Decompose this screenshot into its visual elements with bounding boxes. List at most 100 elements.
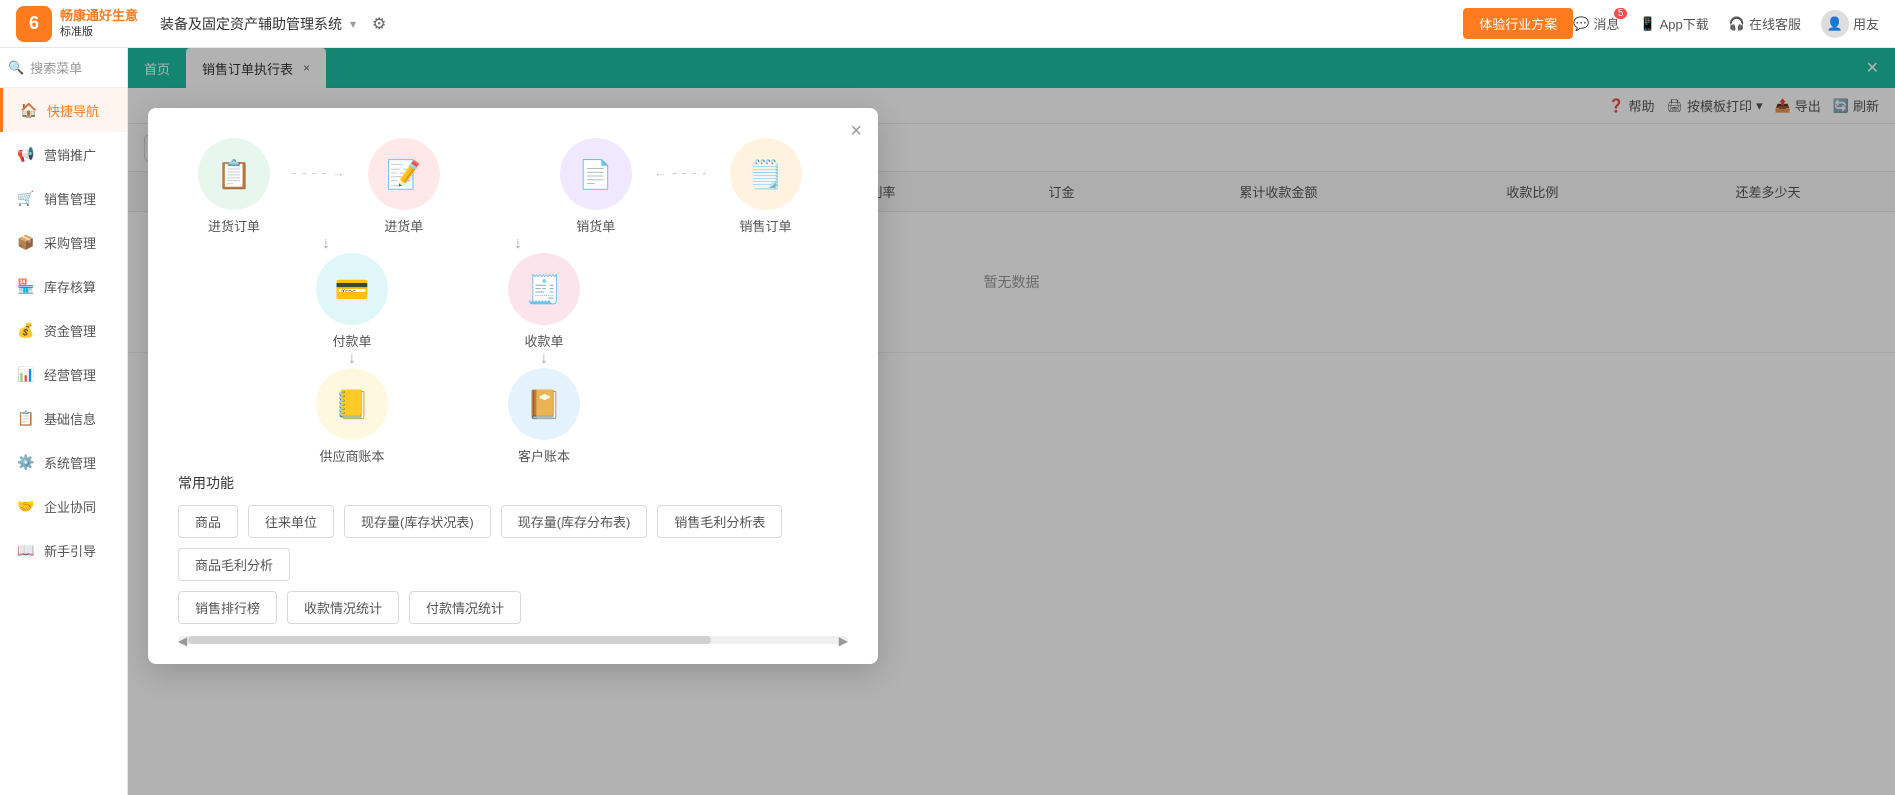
supplier-ledger-icon: 📒 bbox=[316, 368, 388, 440]
func-btn-product-profit[interactable]: 商品毛利分析 bbox=[178, 548, 290, 581]
brand-sub: 标准版 bbox=[60, 25, 138, 39]
customer-ledger-icon: 📔 bbox=[508, 368, 580, 440]
flow-node-payment-bill[interactable]: 💳 付款单 bbox=[316, 253, 388, 350]
sales-order-label: 销售订单 bbox=[740, 216, 792, 235]
sidebar-item-finance[interactable]: 💰 资金管理 bbox=[0, 308, 127, 352]
popup-scrollbar[interactable]: ◀ ▶ bbox=[178, 636, 848, 644]
top-bar: 6 畅康通好生意 标准版 装备及固定资产辅助管理系统 ▾ ⚙ 体验行业方案 💬 … bbox=[0, 0, 1895, 48]
sidebar-item-sales[interactable]: 🛒 销售管理 bbox=[0, 176, 127, 220]
receipt-bill-icon: 🧾 bbox=[508, 253, 580, 325]
sidebar-item-purchase[interactable]: 📦 采购管理 bbox=[0, 220, 127, 264]
sidebar-label-sales: 销售管理 bbox=[44, 189, 96, 208]
func-btn-sales-rank[interactable]: 销售排行榜 bbox=[178, 591, 277, 624]
operation-icon: 📊 bbox=[16, 364, 36, 384]
collab-icon: 🤝 bbox=[16, 496, 36, 516]
sidebar-label-purchase: 采购管理 bbox=[44, 233, 96, 252]
logo-text: 畅康通好生意 标准版 bbox=[60, 8, 138, 39]
purchase-order-icon: 📋 bbox=[198, 138, 270, 210]
app-download-btn[interactable]: 📱 App下载 bbox=[1639, 14, 1708, 33]
sidebar-label-newbie: 新手引导 bbox=[44, 541, 96, 560]
sidebar: 🔍 搜索菜单 🏠 快捷导航 📢 营销推广 🛒 销售管理 📦 采购管理 bbox=[0, 48, 128, 795]
logo-icon: 6 bbox=[16, 6, 52, 42]
sales-bill-label: 销货单 bbox=[576, 216, 615, 235]
search-icon: 🔍 bbox=[8, 60, 24, 76]
purchase-bill-label: 进货单 bbox=[384, 216, 423, 235]
message-btn[interactable]: 💬 消息 5 bbox=[1573, 14, 1619, 33]
user-menu-btn[interactable]: 👤 用友 bbox=[1821, 10, 1879, 38]
popup-overlay[interactable]: × 📋 进货订单 - - - - → bbox=[128, 48, 1895, 795]
func-btn-sales-profit[interactable]: 销售毛利分析表 bbox=[657, 505, 782, 538]
inventory-icon: 🏪 bbox=[16, 276, 36, 296]
flow-node-sales-order[interactable]: 🗒️ 销售订单 bbox=[730, 138, 802, 235]
service-icon: 🎧 bbox=[1729, 16, 1745, 32]
popup-close-icon[interactable]: × bbox=[850, 120, 862, 143]
scroll-thumb[interactable] bbox=[188, 636, 711, 644]
sidebar-label-operation: 经营管理 bbox=[44, 365, 96, 384]
sidebar-label-finance: 资金管理 bbox=[44, 321, 96, 340]
receipt-bill-label: 收款单 bbox=[524, 331, 563, 350]
func-btn-stock-dist[interactable]: 现存量(库存分布表) bbox=[501, 505, 648, 538]
sales-icon: 🛒 bbox=[16, 188, 36, 208]
message-icon: 💬 bbox=[1573, 16, 1589, 32]
sidebar-label-inventory: 库存核算 bbox=[44, 277, 96, 296]
purchase-order-label: 进货订单 bbox=[208, 216, 260, 235]
flow-node-customer-ledger[interactable]: 📔 客户账本 bbox=[508, 368, 580, 465]
supplier-ledger-label: 供应商账本 bbox=[319, 446, 384, 465]
func-btn-receipt-stats[interactable]: 收款情况统计 bbox=[287, 591, 399, 624]
user-name: 用友 bbox=[1853, 14, 1879, 33]
func-btn-payment-stats[interactable]: 付款情况统计 bbox=[409, 591, 521, 624]
flow-node-receipt-bill[interactable]: 🧾 收款单 bbox=[508, 253, 580, 350]
search-menu-label: 搜索菜单 bbox=[30, 58, 82, 77]
func-btn-partners[interactable]: 往来单位 bbox=[248, 505, 334, 538]
flow-node-purchase-bill[interactable]: 📝 进货单 bbox=[368, 138, 440, 235]
logo-char: 6 bbox=[29, 13, 39, 34]
system-title: 装备及固定资产辅助管理系统 ▾ ⚙ bbox=[160, 14, 1451, 34]
sidebar-item-newbie[interactable]: 📖 新手引导 bbox=[0, 528, 127, 572]
sales-bill-icon: 📄 bbox=[560, 138, 632, 210]
flow-node-purchase-order[interactable]: 📋 进货订单 bbox=[198, 138, 270, 235]
sidebar-label-quick-nav: 快捷导航 bbox=[47, 101, 99, 120]
online-service-btn[interactable]: 🎧 在线客服 bbox=[1729, 14, 1801, 33]
sidebar-item-quick-nav[interactable]: 🏠 快捷导航 bbox=[0, 88, 127, 132]
payment-bill-label: 付款单 bbox=[332, 331, 371, 350]
download-icon: 📱 bbox=[1639, 16, 1655, 32]
scroll-left-icon[interactable]: ◀ bbox=[178, 634, 187, 648]
search-menu-area[interactable]: 🔍 搜索菜单 bbox=[0, 48, 127, 88]
sidebar-label-collab: 企业协同 bbox=[44, 497, 96, 516]
sidebar-item-system[interactable]: ⚙️ 系统管理 bbox=[0, 440, 127, 484]
sidebar-label-marketing: 营销推广 bbox=[44, 145, 96, 164]
common-functions: 常用功能 商品 往来单位 现存量(库存状况表) 现存量(库存分布表) 销售毛利分… bbox=[178, 473, 848, 624]
trial-button[interactable]: 体验行业方案 bbox=[1463, 8, 1573, 39]
func-btn-product[interactable]: 商品 bbox=[178, 505, 238, 538]
sidebar-item-inventory[interactable]: 🏪 库存核算 bbox=[0, 264, 127, 308]
marketing-icon: 📢 bbox=[16, 144, 36, 164]
dropdown-arrow-icon[interactable]: ▾ bbox=[350, 17, 356, 31]
basic-icon: 📋 bbox=[16, 408, 36, 428]
scroll-right-icon[interactable]: ▶ bbox=[839, 634, 848, 648]
sidebar-item-marketing[interactable]: 📢 营销推广 bbox=[0, 132, 127, 176]
func-btn-stock-status[interactable]: 现存量(库存状况表) bbox=[344, 505, 491, 538]
logo-area: 6 畅康通好生意 标准版 bbox=[16, 6, 144, 42]
message-badge: 5 bbox=[1614, 8, 1628, 19]
payment-bill-icon: 💳 bbox=[316, 253, 388, 325]
sidebar-label-basic: 基础信息 bbox=[44, 409, 96, 428]
sidebar-item-collab[interactable]: 🤝 企业协同 bbox=[0, 484, 127, 528]
common-functions-title: 常用功能 bbox=[178, 473, 848, 493]
customer-ledger-label: 客户账本 bbox=[518, 446, 570, 465]
newbie-icon: 📖 bbox=[16, 540, 36, 560]
purchase-bill-icon: 📝 bbox=[368, 138, 440, 210]
brand-main: 畅康通好生意 bbox=[60, 8, 138, 25]
settings-icon[interactable]: ⚙ bbox=[372, 14, 386, 34]
content: 首页 销售订单执行表 × ✕ ❓ 帮助 🖨 按模板打印 ▾ bbox=[128, 48, 1895, 795]
flow-popup: × 📋 进货订单 - - - - → bbox=[148, 108, 878, 664]
sidebar-label-system: 系统管理 bbox=[44, 453, 96, 472]
system-icon: ⚙️ bbox=[16, 452, 36, 472]
func-row-1: 商品 往来单位 现存量(库存状况表) 现存量(库存分布表) 销售毛利分析表 商品… bbox=[178, 505, 848, 581]
func-row-2: 销售排行榜 收款情况统计 付款情况统计 bbox=[178, 591, 848, 624]
system-name: 装备及固定资产辅助管理系统 bbox=[160, 14, 342, 34]
flow-node-supplier-ledger[interactable]: 📒 供应商账本 bbox=[316, 368, 388, 465]
top-right: 💬 消息 5 📱 App下载 🎧 在线客服 👤 用友 bbox=[1573, 10, 1879, 38]
flow-node-sales-bill[interactable]: 📄 销货单 bbox=[560, 138, 632, 235]
sidebar-item-operation[interactable]: 📊 经营管理 bbox=[0, 352, 127, 396]
sidebar-item-basic[interactable]: 📋 基础信息 bbox=[0, 396, 127, 440]
